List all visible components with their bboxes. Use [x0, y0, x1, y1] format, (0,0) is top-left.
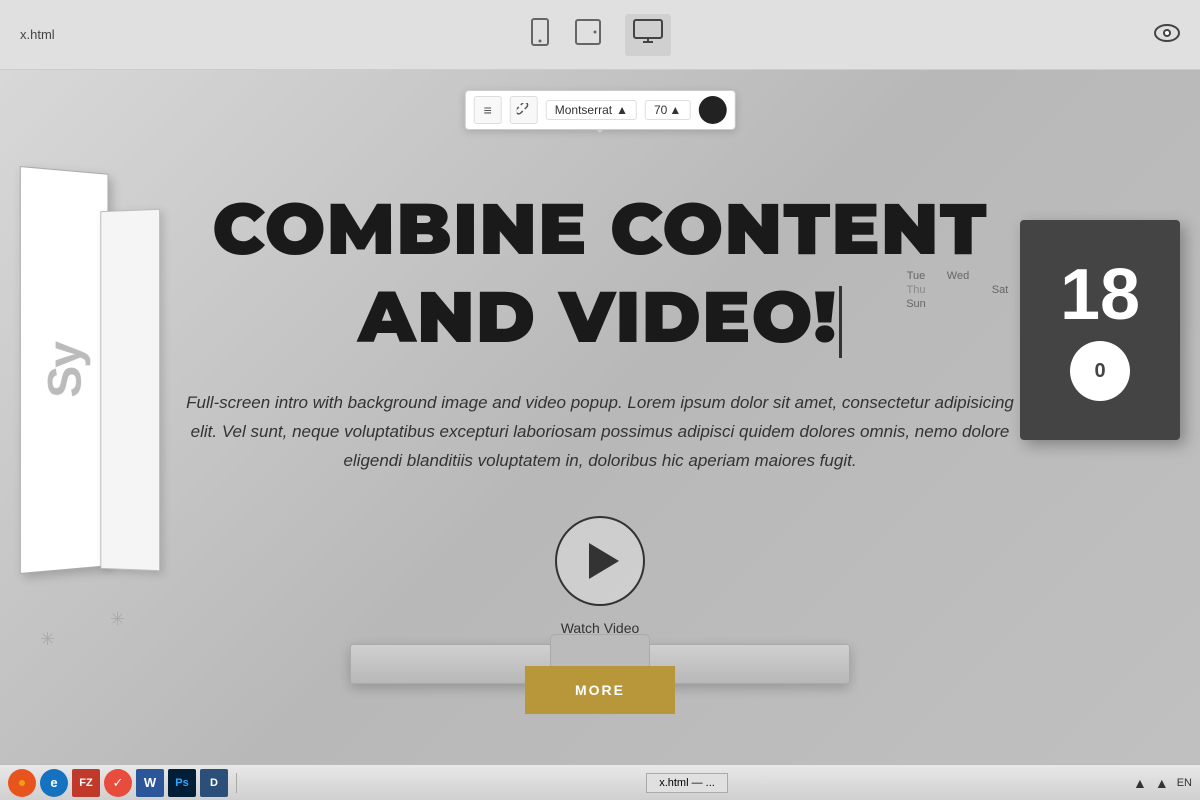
nav-icons [529, 14, 671, 56]
font-size-value: 70 [654, 103, 667, 117]
taskbar-db[interactable]: D [200, 769, 228, 797]
taskbar-tray: ▲ ▲ EN [1133, 775, 1192, 791]
desktop-view-icon[interactable] [625, 14, 671, 56]
taskbar-window-area: x.html — ... [245, 773, 1129, 793]
content-area: ≡ Montserrat ▲ 70 ▲ COMBINE CONTENT and … [0, 70, 1200, 764]
font-selector[interactable]: Montserrat ▲ [546, 100, 637, 120]
align-button[interactable]: ≡ [474, 96, 502, 124]
more-button[interactable]: MORE [525, 666, 675, 714]
tablet-view-icon[interactable] [575, 18, 601, 52]
color-picker[interactable] [698, 96, 726, 124]
link-button[interactable] [510, 96, 538, 124]
tray-network-icon: ▲ [1133, 775, 1147, 791]
taskbar: e FZ ✓ W Ps D x.html — ... ▲ ▲ EN [0, 764, 1200, 800]
preview-icon[interactable] [1154, 22, 1180, 48]
tray-volume-icon: ▲ [1155, 775, 1169, 791]
font-dropdown-arrow: ▲ [616, 103, 628, 117]
taskbar-ie[interactable]: e [40, 769, 68, 797]
taskbar-word[interactable]: W [136, 769, 164, 797]
system-clock: EN [1177, 777, 1192, 789]
file-label: x.html [20, 27, 55, 42]
system-lang: EN [1177, 777, 1192, 789]
taskbar-window-item[interactable]: x.html — ... [646, 773, 728, 793]
hero-subtitle: Full-screen intro with background image … [150, 389, 1050, 476]
main-content: Sy ✳ ✳ 18 0 Tue Wed Thu Sat Sun [0, 70, 1200, 764]
browser-chrome: x.html [0, 0, 1200, 70]
font-size-control[interactable]: 70 ▲ [645, 100, 690, 120]
taskbar-separator [236, 773, 237, 793]
taskbar-antivirus[interactable]: ✓ [104, 769, 132, 797]
taskbar-firefox[interactable] [8, 769, 36, 797]
play-button[interactable] [555, 516, 645, 606]
text-cursor [839, 286, 842, 358]
mobile-view-icon[interactable] [529, 18, 551, 52]
headline-line1: COMBINE CONTENT [212, 185, 988, 273]
font-name: Montserrat [555, 103, 612, 117]
video-play-area: Watch Video [555, 516, 645, 636]
taskbar-photoshop[interactable]: Ps [168, 769, 196, 797]
taskbar-ftp[interactable]: FZ [72, 769, 100, 797]
hero-headline: COMBINE CONTENT and VIDEO! [212, 185, 988, 361]
watch-video-label: Watch Video [561, 620, 640, 636]
play-icon [589, 543, 619, 579]
text-editor-toolbar: ≡ Montserrat ▲ 70 ▲ [465, 90, 736, 130]
headline-line2: and VIDEO! [212, 273, 988, 361]
font-size-arrow: ▲ [669, 103, 681, 117]
